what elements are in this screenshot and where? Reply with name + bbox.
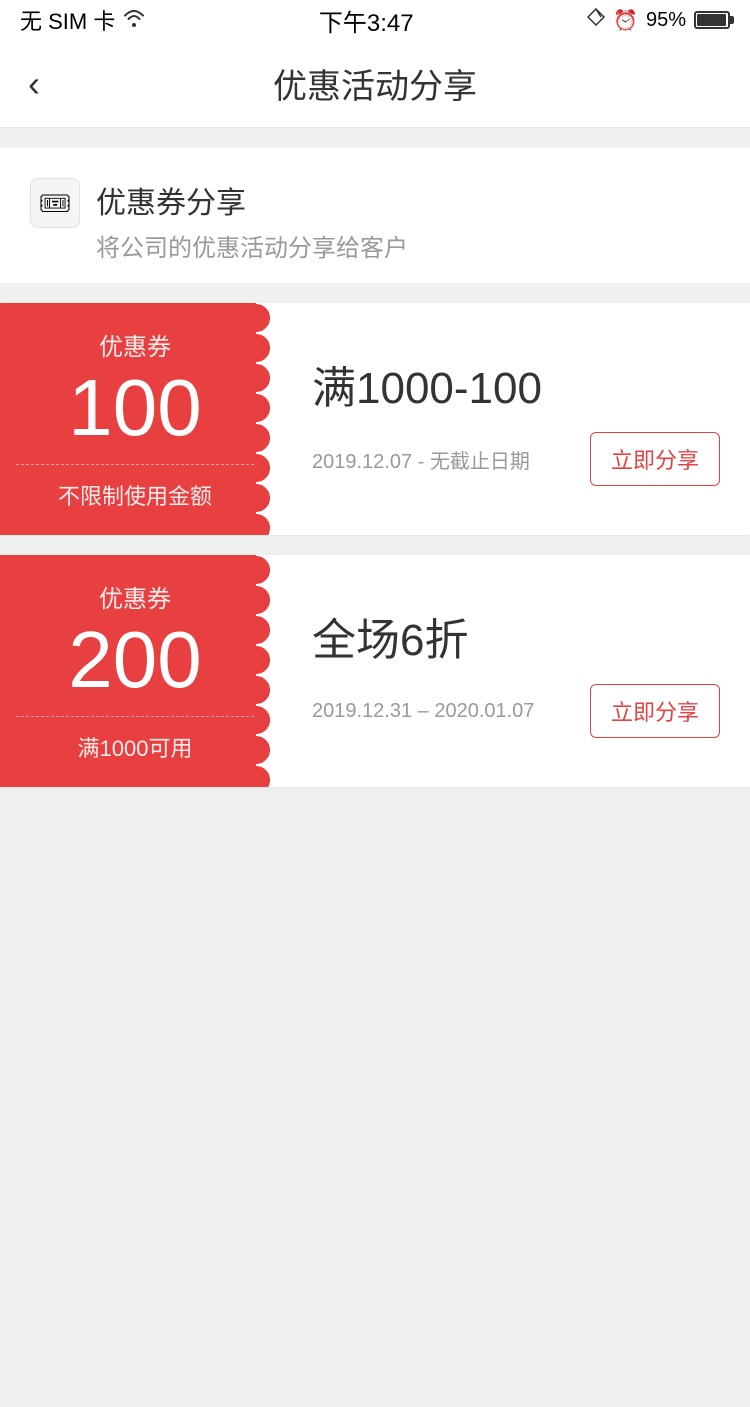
status-right: ⏰ 95%	[587, 8, 730, 33]
coupon-name-2: 全场6折	[312, 604, 720, 668]
coupon-date-2: 2019.12.31 – 2020.01.07	[312, 700, 578, 723]
share-button-2[interactable]: 立即分享	[590, 684, 720, 738]
section-icon: 🎟	[30, 178, 80, 228]
nav-bar: ‹ 优惠活动分享	[0, 40, 750, 128]
coupon-condition-1: 不限制使用金额	[58, 479, 212, 511]
status-left: 无 SIM 卡	[20, 4, 145, 36]
coupon-left-2: 优惠券 200 满1000可用	[0, 555, 270, 787]
status-time: 下午3:47	[319, 3, 414, 38]
share-button-1[interactable]: 立即分享	[590, 432, 720, 486]
coupon-date-1: 2019.12.07 - 无截止日期	[312, 445, 578, 474]
coupon-amount-1: 100	[68, 368, 201, 448]
carrier-text: 无 SIM 卡	[20, 4, 115, 36]
coupon-left-1: 优惠券 100 不限制使用金额	[0, 303, 270, 535]
coupon-right-1: 满1000-100 2019.12.07 - 无截止日期 立即分享	[270, 303, 750, 535]
back-button[interactable]: ‹	[28, 66, 40, 102]
coupon-card-1: 优惠券 100 不限制使用金额 满1000-100 2019.12.07 - 无…	[0, 303, 750, 535]
wifi-icon	[123, 7, 145, 33]
page-background	[0, 807, 750, 1407]
coupon-meta-1: 2019.12.07 - 无截止日期 立即分享	[312, 432, 720, 486]
coupon-label-1: 优惠券	[99, 327, 171, 362]
section-subtitle: 将公司的优惠活动分享给客户	[96, 228, 408, 263]
location-icon	[587, 8, 605, 32]
coupon-label-2: 优惠券	[99, 579, 171, 614]
coupon-meta-2: 2019.12.31 – 2020.01.07 立即分享	[312, 684, 720, 738]
coupon-divider-1	[16, 464, 254, 465]
coupon-amount-2: 200	[68, 620, 201, 700]
alarm-icon: ⏰	[613, 8, 638, 33]
section-header: 🎟 优惠券分享 将公司的优惠活动分享给客户	[0, 148, 750, 283]
coupon-divider-2	[16, 716, 254, 717]
section-text: 优惠券分享 将公司的优惠活动分享给客户	[96, 178, 408, 263]
coupon-icon: 🎟	[38, 188, 71, 219]
coupon-condition-2: 满1000可用	[78, 731, 193, 763]
battery-percent: 95%	[646, 9, 686, 32]
status-bar: 无 SIM 卡 下午3:47 ⏰ 95%	[0, 0, 750, 40]
coupon-list: 优惠券 100 不限制使用金额 满1000-100 2019.12.07 - 无…	[0, 303, 750, 807]
battery-icon	[694, 11, 730, 29]
page-title: 优惠活动分享	[273, 59, 477, 108]
coupon-right-2: 全场6折 2019.12.31 – 2020.01.07 立即分享	[270, 555, 750, 787]
coupon-card-2: 优惠券 200 满1000可用 全场6折 2019.12.31 – 2020.0…	[0, 555, 750, 787]
coupon-name-1: 满1000-100	[312, 352, 720, 416]
section-title: 优惠券分享	[96, 178, 408, 222]
